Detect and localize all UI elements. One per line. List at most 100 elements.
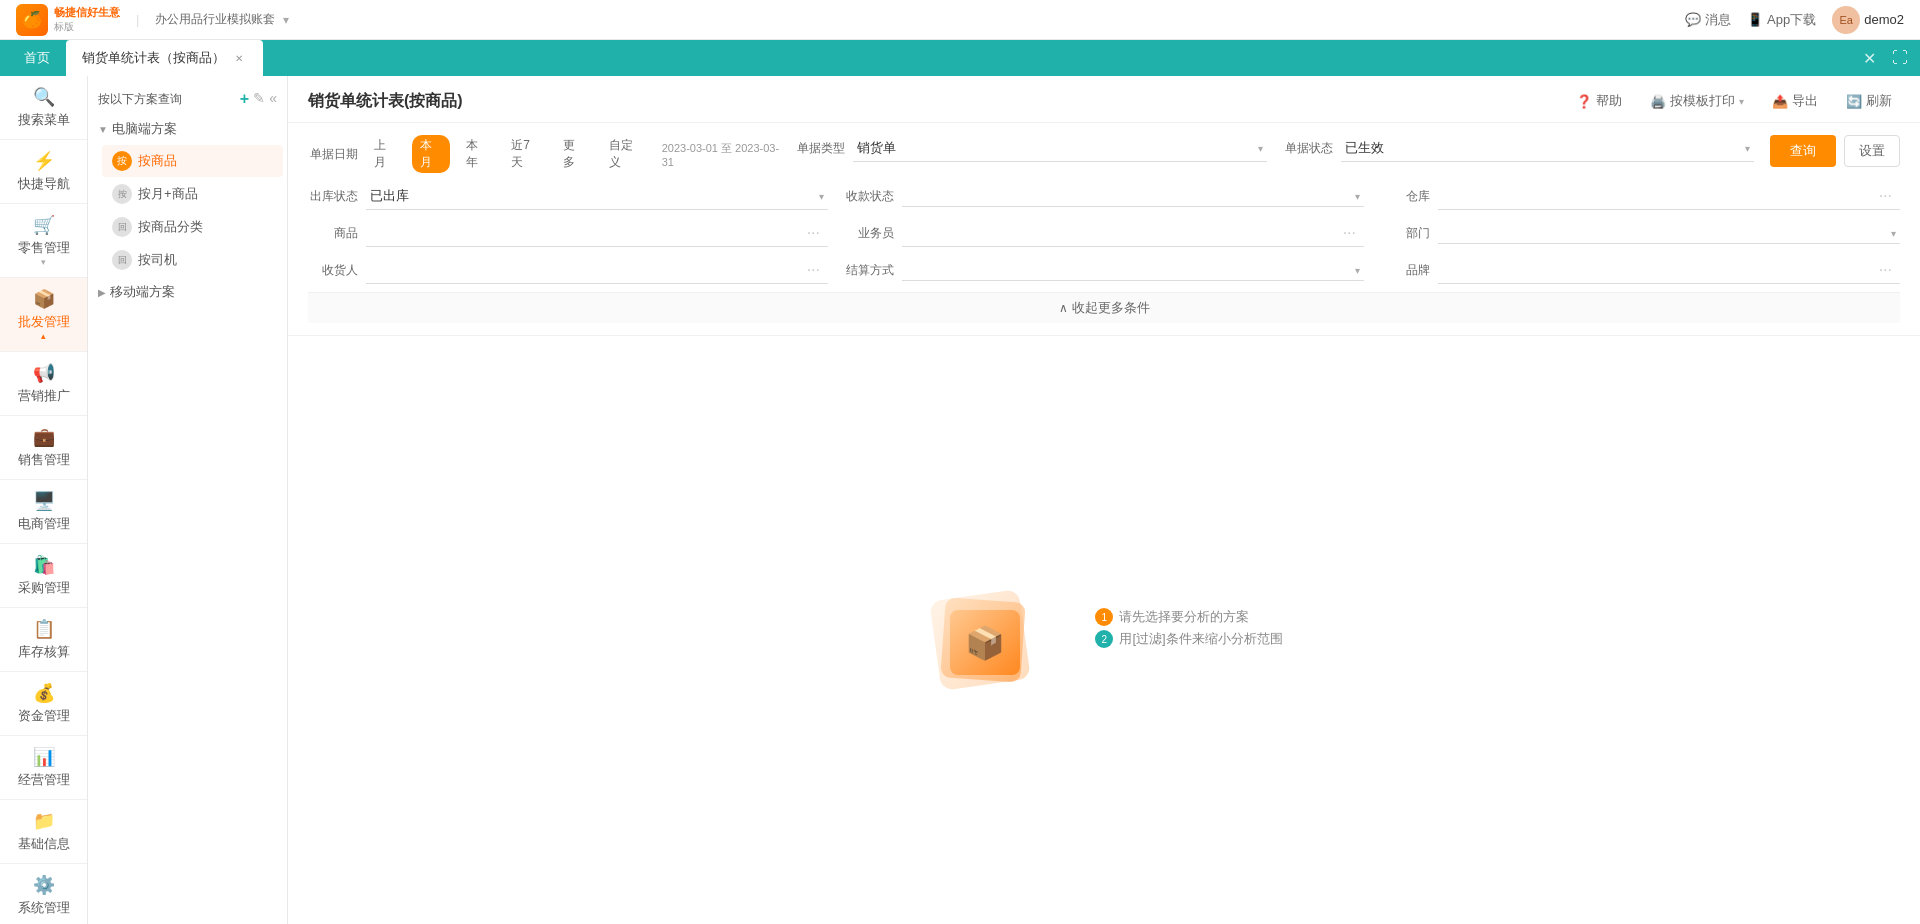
settlement-select[interactable]: ▾ (902, 261, 1364, 281)
consignee-dots[interactable]: ··· (803, 261, 824, 279)
edit-plan-btn[interactable]: ✎ (253, 90, 265, 108)
warehouse-select[interactable]: ··· (1438, 183, 1900, 210)
sidebar-item-search[interactable]: 🔍 搜索菜单 (0, 76, 87, 140)
brand-select[interactable]: ··· (1438, 257, 1900, 284)
warehouse-filter: 仓库 ··· (1380, 183, 1900, 210)
sidebar-item-purchase[interactable]: 🛍️ 采购管理 (0, 544, 87, 608)
sidebar-item-ecommerce[interactable]: 🖥️ 电商管理 (0, 480, 87, 544)
export-icon: 📤 (1772, 94, 1788, 109)
date-this-month-btn[interactable]: 本月 (412, 135, 450, 173)
refresh-btn[interactable]: 🔄 刷新 (1838, 88, 1900, 114)
doc-status-select[interactable]: 已生效 ▾ (1341, 135, 1754, 162)
print-arrow-icon: ▾ (1739, 96, 1744, 107)
tab-close-btn[interactable]: ✕ (231, 50, 247, 66)
date-custom-btn[interactable]: 自定义 (601, 135, 650, 173)
breadcrumb-arrow[interactable]: ▾ (283, 13, 289, 27)
message-icon: 💬 (1685, 12, 1701, 27)
filter-row-2: 出库状态 已出库 ▾ 收款状态 ▾ 仓库 (308, 183, 1900, 210)
date-last-month-btn[interactable]: 上月 (366, 135, 404, 173)
department-select[interactable]: ▾ (1438, 224, 1900, 244)
tab-close-all-btn[interactable]: ✕ (1859, 45, 1880, 72)
logo: 🍊 畅捷信好生意 标版 (16, 4, 120, 36)
setting-button[interactable]: 设置 (1844, 135, 1900, 167)
sidebar-item-basic[interactable]: 📁 基础信息 (0, 800, 87, 864)
export-btn[interactable]: 📤 导出 (1764, 88, 1826, 114)
empty-tip-1: 1 请先选择要分析的方案 (1095, 608, 1282, 626)
out-status-filter: 出库状态 已出库 ▾ (308, 183, 828, 210)
user-avatar[interactable]: Ea demo2 (1832, 6, 1904, 34)
help-btn[interactable]: ❓ 帮助 (1568, 88, 1630, 114)
date-this-year-btn[interactable]: 本年 (458, 135, 496, 173)
out-status-select[interactable]: 已出库 ▾ (366, 183, 828, 210)
product-dots[interactable]: ··· (803, 224, 824, 242)
top-bar-right: 💬 消息 📱 App下载 Ea demo2 (1685, 6, 1904, 34)
system-icon: ⚙️ (33, 874, 55, 896)
logo-icon: 🍊 (16, 4, 48, 36)
download-icon: 📱 (1747, 12, 1763, 27)
sidebar-item-quicknav[interactable]: ⚡ 快捷导航 (0, 140, 87, 204)
warehouse-dots[interactable]: ··· (1875, 187, 1896, 205)
main-content: 销货单统计表(按商品) ❓ 帮助 🖨️ 按模板打印 ▾ 📤 导出 (288, 76, 1920, 924)
sidebar-item-wholesale[interactable]: 📦 批发管理 ▴ (0, 278, 87, 352)
sidebar-finance-label: 资金管理 (18, 707, 70, 725)
collapse-label: 收起更多条件 (1072, 299, 1150, 317)
date-7days-btn[interactable]: 近7天 (503, 135, 547, 173)
consignee-select[interactable]: ··· (366, 257, 828, 284)
sidebar-search-label: 搜索菜单 (18, 111, 70, 129)
by-category-icon: 回 (112, 217, 132, 237)
sidebar-wholesale-label: 批发管理 (18, 313, 70, 331)
report-tab-label: 销货单统计表（按商品） (82, 49, 225, 67)
product-select[interactable]: ··· (366, 220, 828, 247)
sidebar-item-retail[interactable]: 🛒 零售管理 ▾ (0, 204, 87, 278)
tip-num-2: 2 (1095, 630, 1113, 648)
breadcrumb-text: 办公用品行业模拟账套 (155, 11, 275, 28)
app-download-btn[interactable]: 📱 App下载 (1747, 11, 1816, 29)
avatar: Ea (1832, 6, 1860, 34)
help-icon: ❓ (1576, 94, 1592, 109)
main-layout: 🔍 搜索菜单 ⚡ 快捷导航 🛒 零售管理 ▾ 📦 批发管理 ▴ 📢 营销推广 💼… (0, 76, 1920, 924)
message-btn[interactable]: 💬 消息 (1685, 11, 1731, 29)
add-plan-btn[interactable]: + (240, 90, 249, 108)
by-category-label: 按商品分类 (138, 218, 203, 236)
sidebar-item-finance[interactable]: 💰 资金管理 (0, 672, 87, 736)
quicknav-icon: ⚡ (33, 150, 55, 172)
left-panel-actions: + ✎ « (240, 90, 277, 108)
salesperson-select[interactable]: ··· (902, 220, 1364, 247)
out-status-arrow-icon: ▾ (819, 191, 824, 202)
plan-item-by-product[interactable]: 按 按商品 (102, 145, 283, 177)
salesperson-dots[interactable]: ··· (1339, 224, 1360, 242)
sidebar-item-inventory[interactable]: 📋 库存核算 (0, 608, 87, 672)
left-panel-title: 按以下方案查询 (98, 91, 182, 108)
brand-label: 品牌 (1380, 262, 1430, 279)
sidebar-marketing-label: 营销推广 (18, 387, 70, 405)
plan-item-by-category[interactable]: 回 按商品分类 (102, 211, 283, 243)
plan-group-pc-header[interactable]: ▼ 电脑端方案 (88, 114, 287, 144)
template-print-btn[interactable]: 🖨️ 按模板打印 ▾ (1642, 88, 1752, 114)
brand-dots[interactable]: ··· (1875, 261, 1896, 279)
collapse-more-btn[interactable]: ∧ 收起更多条件 (308, 292, 1900, 323)
query-button[interactable]: 查询 (1770, 135, 1836, 167)
mobile-group-arrow-icon: ▶ (98, 287, 106, 298)
tab-home[interactable]: 首页 (8, 40, 66, 76)
collapse-panel-btn[interactable]: « (269, 90, 277, 108)
plan-item-by-machine[interactable]: 回 按司机 (102, 244, 283, 276)
sidebar-item-system[interactable]: ⚙️ 系统管理 (0, 864, 87, 924)
date-more-btn[interactable]: 更多 (555, 135, 593, 173)
sidebar-sales-label: 销售管理 (18, 451, 70, 469)
sidebar-item-operations[interactable]: 📊 经营管理 (0, 736, 87, 800)
plan-group-mobile-header[interactable]: ▶ 移动端方案 (88, 277, 287, 307)
operations-icon: 📊 (33, 746, 55, 768)
tab-report[interactable]: 销货单统计表（按商品） ✕ (66, 40, 263, 76)
sidebar-item-sales[interactable]: 💼 销售管理 (0, 416, 87, 480)
date-filter: 上月 本月 本年 近7天 更多 自定义 2023-03-01 至 2023-03… (366, 135, 779, 173)
left-panel: 按以下方案查询 + ✎ « ▼ 电脑端方案 按 按商品 (88, 76, 288, 924)
plan-item-by-month-product[interactable]: 按 按月+商品 (102, 178, 283, 210)
out-status-value: 已出库 (370, 187, 819, 205)
sidebar-item-marketing[interactable]: 📢 营销推广 (0, 352, 87, 416)
doc-status-filter: 单据状态 已生效 ▾ (1283, 135, 1754, 162)
tab-fullscreen-btn[interactable]: ⛶ (1888, 45, 1912, 71)
payment-status-select[interactable]: ▾ (902, 187, 1364, 207)
doc-type-select[interactable]: 销货单 ▾ (853, 135, 1266, 162)
empty-tip-2: 2 用[过滤]条件来缩小分析范围 (1095, 630, 1282, 648)
sidebar-system-label: 系统管理 (18, 899, 70, 917)
